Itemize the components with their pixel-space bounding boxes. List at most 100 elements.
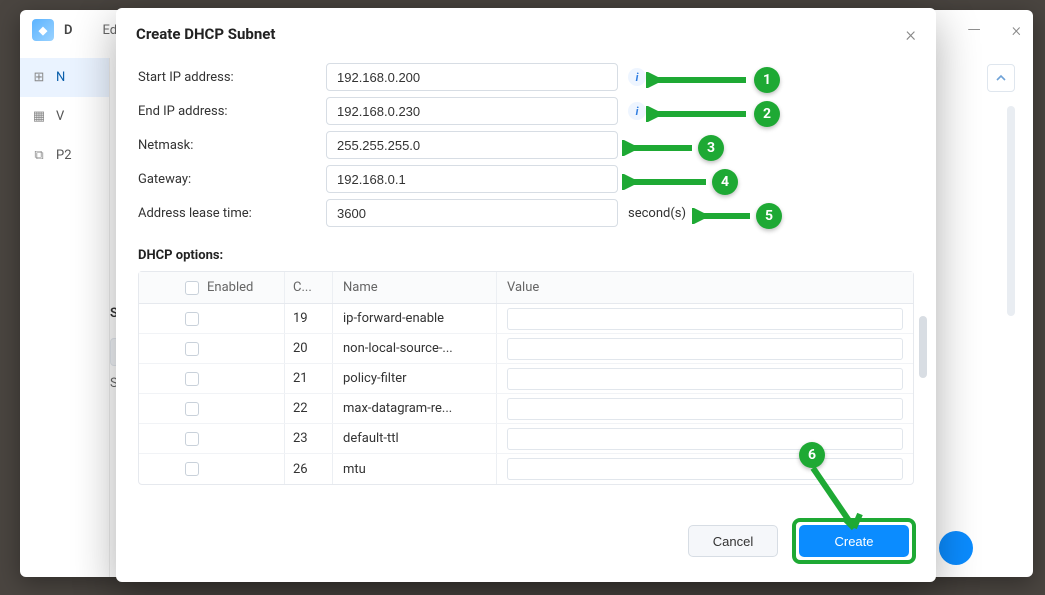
collapse-button[interactable]	[987, 64, 1015, 92]
cell-value	[497, 304, 913, 333]
grid-icon: ▦	[30, 109, 48, 124]
table-row: 21policy-filter	[139, 364, 913, 394]
row-end-ip: End IP address: i	[138, 94, 914, 128]
label-netmask: Netmask:	[138, 138, 326, 153]
cell-code: 23	[285, 424, 333, 453]
modal-title: Create DHCP Subnet	[136, 25, 275, 43]
row-checkbox[interactable]	[185, 342, 199, 356]
modal-body: Start IP address: i End IP address: i Ne…	[116, 54, 936, 504]
cell-name: policy-filter	[333, 364, 497, 393]
cell-code: 26	[285, 454, 333, 484]
sidebar-label: V	[56, 109, 64, 124]
col-code[interactable]: C...	[285, 272, 333, 303]
row-checkbox[interactable]	[185, 462, 199, 476]
cell-value	[497, 334, 913, 363]
cell-value	[497, 394, 913, 423]
cell-enabled	[175, 424, 285, 453]
cell-code: 20	[285, 334, 333, 363]
cell-value	[497, 364, 913, 393]
label-start-ip: Start IP address:	[138, 70, 326, 85]
cell-name: ip-forward-enable	[333, 304, 497, 333]
annotation-box-6: Create	[792, 518, 916, 564]
input-lease[interactable]	[326, 199, 618, 227]
grid-header: Enabled C... Name Value	[139, 272, 913, 304]
cell-name: default-ttl	[333, 424, 497, 453]
input-end-ip[interactable]	[326, 97, 618, 125]
row-checkbox[interactable]	[185, 372, 199, 386]
bg-primary-button[interactable]	[939, 531, 973, 565]
cell-code: 21	[285, 364, 333, 393]
layers-icon: ⧉	[30, 148, 48, 163]
sidebar-label: N	[56, 70, 65, 85]
input-gateway[interactable]	[326, 165, 618, 193]
cell-value	[497, 424, 913, 453]
dhcp-options-grid: Enabled C... Name Value 19ip-forward-ena…	[138, 271, 914, 485]
col-enabled-label: Enabled	[207, 280, 253, 295]
network-icon: ⊞	[30, 70, 48, 85]
bg-scrollbar[interactable]	[1007, 106, 1015, 316]
cell-code: 19	[285, 304, 333, 333]
col-value-label: Value	[507, 280, 539, 295]
modal-close-button[interactable]: ×	[906, 24, 916, 44]
cell-value	[497, 454, 913, 484]
modal-footer: Cancel Create	[116, 504, 936, 582]
input-start-ip[interactable]	[326, 63, 618, 91]
table-row: 23default-ttl	[139, 424, 913, 454]
app-icon: ◆	[32, 19, 54, 41]
bg-app-letter: D	[64, 23, 72, 38]
grid-scrollbar[interactable]	[919, 316, 927, 378]
cell-name: non-local-source-...	[333, 334, 497, 363]
dhcp-options-title: DHCP options:	[138, 248, 914, 263]
table-row: 19ip-forward-enable	[139, 304, 913, 334]
input-netmask[interactable]	[326, 131, 618, 159]
cell-code: 22	[285, 394, 333, 423]
info-icon[interactable]: i	[628, 68, 646, 86]
row-checkbox[interactable]	[185, 312, 199, 326]
info-icon[interactable]: i	[628, 102, 646, 120]
cancel-button[interactable]: Cancel	[688, 525, 778, 557]
row-checkbox[interactable]	[185, 432, 199, 446]
header-checkbox[interactable]	[185, 281, 199, 295]
cell-name: mtu	[333, 454, 497, 484]
minimize-icon[interactable]: —	[967, 20, 981, 41]
col-enabled[interactable]: Enabled	[175, 272, 285, 303]
col-code-label: C...	[293, 280, 312, 295]
modal-header: Create DHCP Subnet ×	[116, 8, 936, 54]
create-button[interactable]: Create	[799, 525, 909, 557]
create-dhcp-subnet-modal: Create DHCP Subnet × Start IP address: i…	[116, 8, 936, 582]
table-row: 20non-local-source-...	[139, 334, 913, 364]
cell-enabled	[175, 394, 285, 423]
value-input[interactable]	[507, 428, 903, 450]
value-input[interactable]	[507, 368, 903, 390]
bg-sidebar: ⊞ N ▦ V ⧉ P2	[20, 58, 110, 577]
value-input[interactable]	[507, 458, 903, 480]
col-name-label: Name	[343, 280, 378, 295]
col-value[interactable]: Value	[497, 272, 913, 303]
col-name[interactable]: Name	[333, 272, 497, 303]
table-row: 26mtu	[139, 454, 913, 484]
sidebar-item-v[interactable]: ▦ V	[20, 97, 109, 136]
row-start-ip: Start IP address: i	[138, 60, 914, 94]
label-gateway: Gateway:	[138, 172, 326, 187]
label-end-ip: End IP address:	[138, 104, 326, 119]
close-icon[interactable]: ×	[1012, 20, 1021, 41]
cell-enabled	[175, 364, 285, 393]
cell-enabled	[175, 454, 285, 484]
sidebar-item-p2[interactable]: ⧉ P2	[20, 136, 109, 175]
sidebar-item-n[interactable]: ⊞ N	[20, 58, 109, 97]
value-input[interactable]	[507, 398, 903, 420]
grid-body: 19ip-forward-enable20non-local-source-..…	[139, 304, 913, 484]
value-input[interactable]	[507, 308, 903, 330]
row-gateway: Gateway:	[138, 162, 914, 196]
row-netmask: Netmask:	[138, 128, 914, 162]
label-lease: Address lease time:	[138, 206, 326, 221]
row-checkbox[interactable]	[185, 402, 199, 416]
cell-name: max-datagram-re...	[333, 394, 497, 423]
cell-enabled	[175, 334, 285, 363]
row-lease: Address lease time: second(s)	[138, 196, 914, 230]
table-row: 22max-datagram-re...	[139, 394, 913, 424]
cell-enabled	[175, 304, 285, 333]
lease-unit: second(s)	[628, 206, 686, 221]
value-input[interactable]	[507, 338, 903, 360]
sidebar-label: P2	[56, 148, 72, 163]
